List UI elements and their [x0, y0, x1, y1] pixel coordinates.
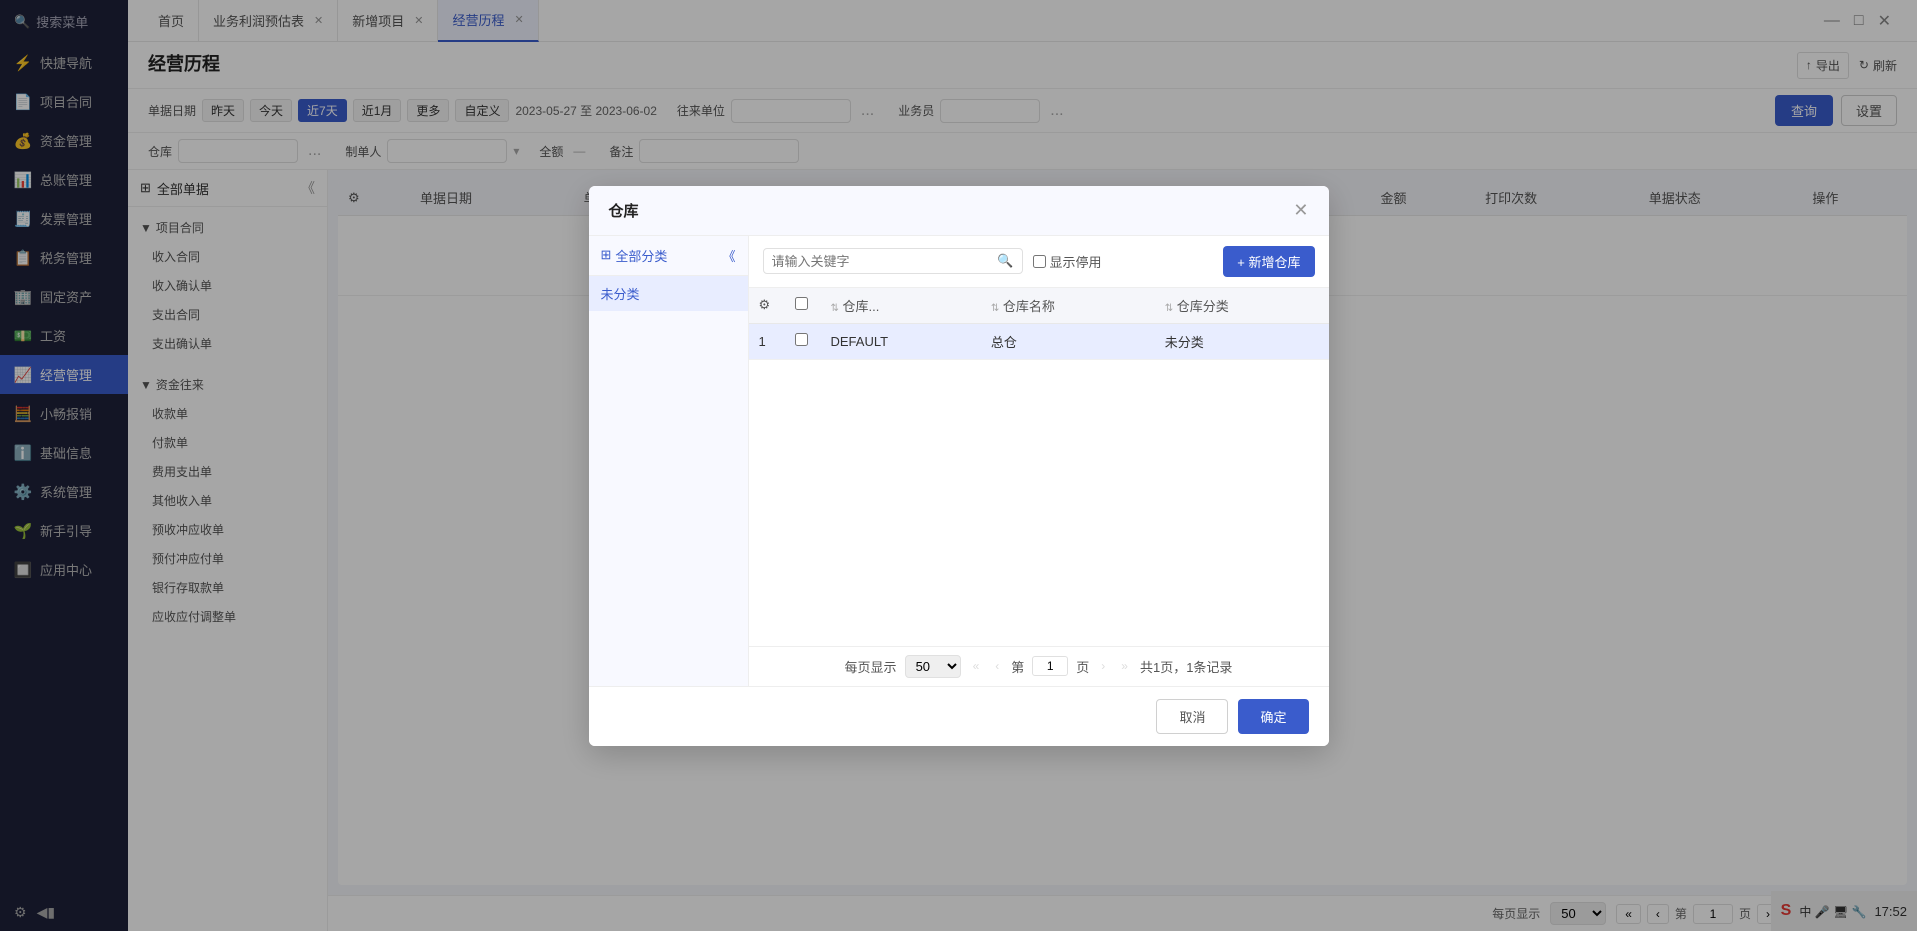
modal-body: ⊞ 全部分类 《 未分类 🔍 [589, 236, 1329, 686]
modal-th-settings[interactable]: ⚙ [749, 288, 785, 324]
modal-total-text: 共1页，1条记录 [1140, 657, 1232, 676]
modal-sidebar-all-category[interactable]: ⊞ 全部分类 [601, 246, 668, 265]
modal-sidebar: ⊞ 全部分类 《 未分类 [589, 236, 749, 686]
modal-table: ⚙ ⇅ 仓库... ⇅ [749, 288, 1329, 360]
modal-sort-icon-code: ⇅ [831, 303, 839, 314]
add-warehouse-button[interactable]: + 新增仓库 [1223, 246, 1314, 277]
modal-search-input[interactable] [772, 254, 992, 269]
modal-toolbar: 🔍 显示停用 + 新增仓库 [749, 236, 1329, 288]
modal-title: 仓库 [609, 200, 639, 221]
modal-page-input[interactable] [1032, 656, 1068, 676]
modal-per-page-select[interactable]: 50 100 [905, 655, 961, 678]
modal-sidebar-icons: 《 [722, 246, 735, 265]
modal-sidebar-expand-icon[interactable]: 《 [722, 246, 735, 265]
modal-page-last-btn[interactable]: » [1117, 657, 1132, 675]
modal-per-page-label: 每页显示 [845, 657, 897, 676]
all-category-label: 全部分类 [615, 246, 667, 265]
modal-page-suffix: 页 [1076, 657, 1089, 676]
modal-sort-icon-category: ⇅ [1165, 303, 1173, 314]
modal-sidebar-item-uncategorized[interactable]: 未分类 [589, 276, 748, 311]
modal-th-checkbox [785, 288, 821, 324]
grid-small-icon: ⊞ [601, 247, 612, 263]
modal-page-label: 第 [1011, 657, 1024, 676]
row-category: 未分类 [1155, 323, 1329, 359]
show-disabled-label[interactable]: 显示停用 [1033, 252, 1102, 271]
row-num: 1 [749, 323, 785, 359]
modal-overlay[interactable]: 仓库 ✕ ⊞ 全部分类 《 未分类 [0, 0, 1917, 931]
modal-confirm-button[interactable]: 确定 [1238, 699, 1308, 734]
modal-search-box: 🔍 [763, 248, 1023, 274]
modal-th-code: ⇅ 仓库... [821, 288, 981, 324]
modal-sort-icon-name: ⇅ [991, 303, 999, 314]
modal-pagination: 每页显示 50 100 « ‹ 第 页 › » 共1页，1条记录 [749, 646, 1329, 686]
modal-header: 仓库 ✕ [589, 186, 1329, 236]
modal-th-name: ⇅ 仓库名称 [981, 288, 1155, 324]
uncategorized-label: 未分类 [601, 287, 640, 302]
modal-select-all-checkbox[interactable] [795, 297, 808, 310]
modal-search-icon: 🔍 [997, 253, 1013, 269]
modal-sidebar-header: ⊞ 全部分类 《 [589, 236, 748, 276]
modal-main: 🔍 显示停用 + 新增仓库 ⚙ [749, 236, 1329, 686]
modal-th-category: ⇅ 仓库分类 [1155, 288, 1329, 324]
modal-cancel-button[interactable]: 取消 [1156, 699, 1228, 734]
warehouse-modal: 仓库 ✕ ⊞ 全部分类 《 未分类 [589, 186, 1329, 746]
modal-footer: 取消 确定 [589, 686, 1329, 746]
modal-page-next-btn[interactable]: › [1097, 657, 1109, 675]
table-row[interactable]: 1 DEFAULT 总仓 未分类 [749, 323, 1329, 359]
row-code: DEFAULT [821, 323, 981, 359]
modal-page-prev-btn[interactable]: ‹ [991, 657, 1003, 675]
modal-page-first-btn[interactable]: « [969, 657, 984, 675]
modal-close-button[interactable]: ✕ [1293, 200, 1308, 221]
row-name: 总仓 [981, 323, 1155, 359]
show-disabled-checkbox[interactable] [1033, 255, 1046, 268]
show-disabled-text: 显示停用 [1050, 252, 1102, 271]
modal-settings-icon[interactable]: ⚙ [759, 297, 771, 312]
row-checkbox[interactable] [785, 323, 821, 359]
modal-table-scroll: ⚙ ⇅ 仓库... ⇅ [749, 288, 1329, 646]
row-select-checkbox[interactable] [795, 333, 808, 346]
